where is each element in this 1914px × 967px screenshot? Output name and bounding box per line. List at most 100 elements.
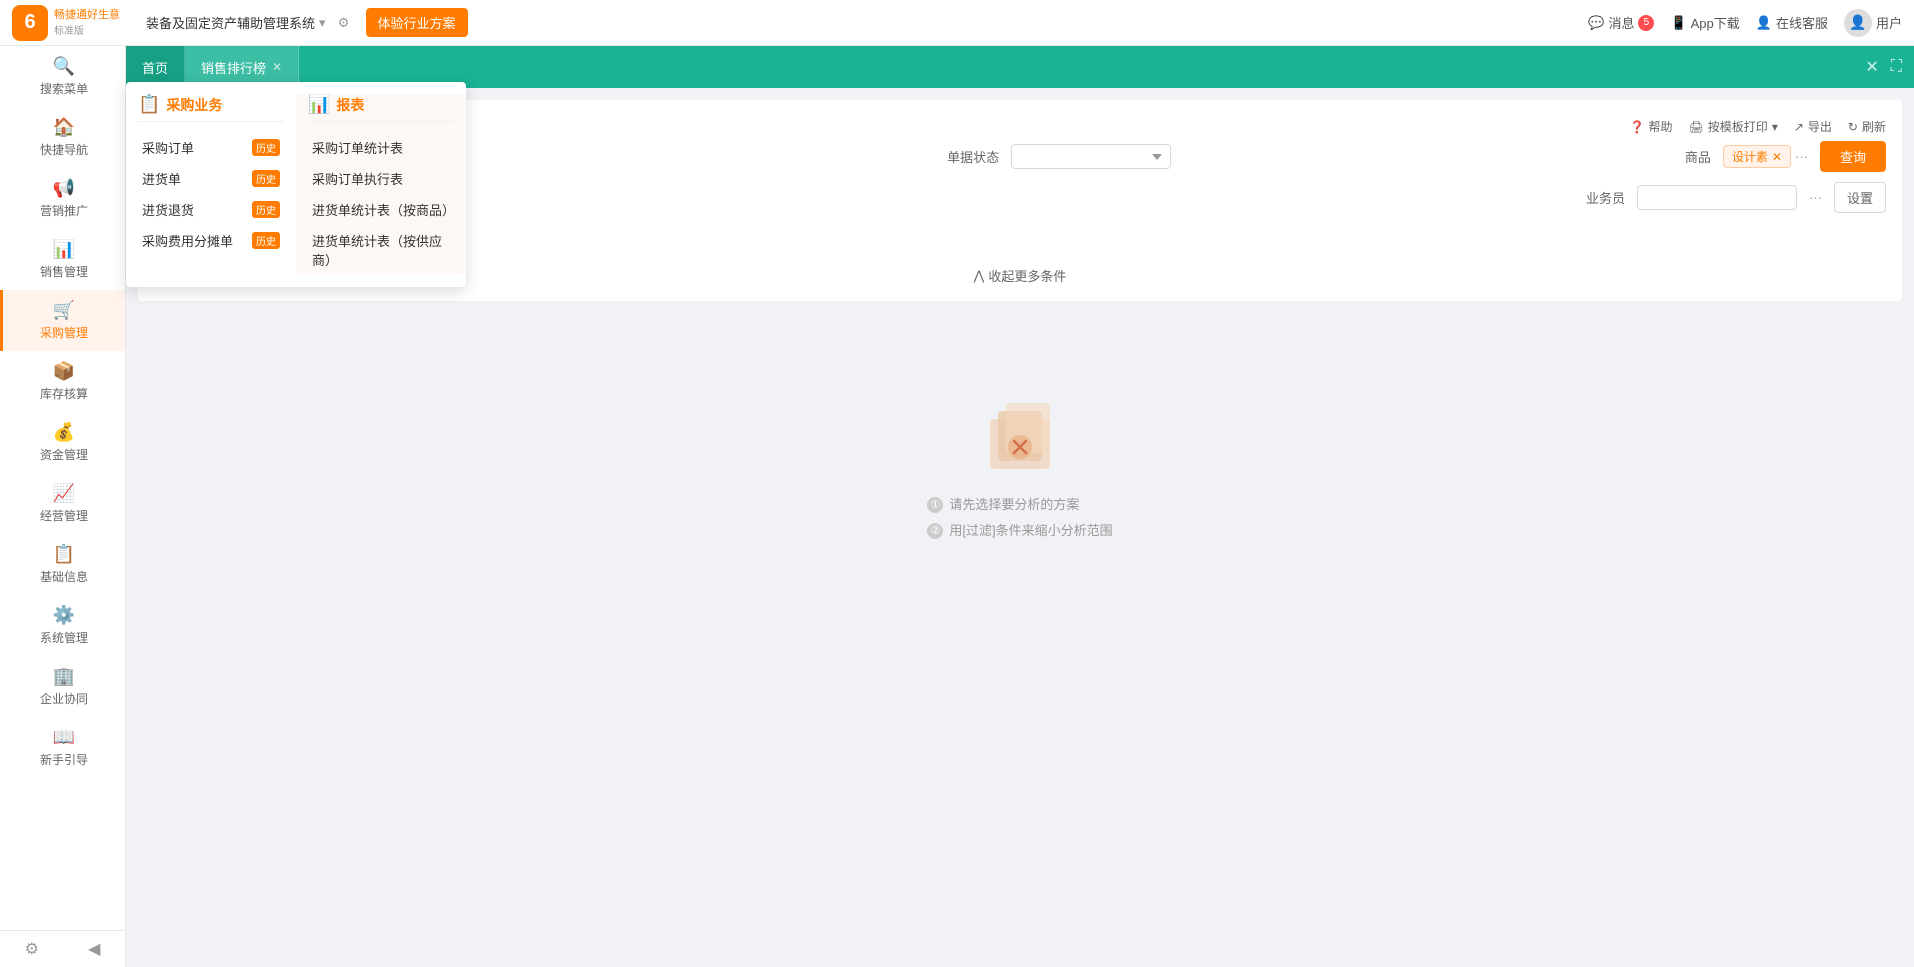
- top-right: 💬 消息 5 📱 App下载 👤 在线客服 👤 用户: [1588, 9, 1902, 37]
- sidebar-item-label: 快捷导航: [40, 141, 88, 158]
- sidebar-item-label: 企业协同: [40, 690, 88, 707]
- industry-btn[interactable]: 体验行业方案: [366, 8, 468, 37]
- search-icon: 🔍: [53, 56, 75, 77]
- purchase-business-col: 📋 采购业务 采购订单 历史 进货单 历史 进货退货 历史 采购费用分摊单 历史: [126, 94, 296, 275]
- empty-tip-2: ② 用[过滤]条件来缩小分析范围: [927, 518, 1112, 544]
- history-badge-1: 历史: [252, 170, 280, 187]
- top-nav: 装备及固定资产辅助管理系统 ▾ ⚙ 体验行业方案: [138, 8, 1588, 37]
- dropdown-item-order-stat[interactable]: 采购订单统计表: [308, 132, 454, 163]
- marketing-icon: 📢: [53, 178, 75, 199]
- help-label: 帮助: [1649, 118, 1673, 135]
- settings-btn[interactable]: 设置: [1834, 182, 1886, 213]
- dropdown-item-inbound-goods[interactable]: 进货单统计表（按商品）: [308, 194, 454, 225]
- print-label: 按模板打印: [1708, 118, 1768, 135]
- print-icon: 🖨: [1689, 120, 1704, 134]
- col-title-report: 📊 报表: [308, 94, 454, 122]
- message-icon: 💬: [1588, 15, 1604, 31]
- salesperson-more-btn[interactable]: ···: [1809, 190, 1822, 205]
- export-icon: ↗: [1794, 120, 1804, 134]
- app-container: 6 畅捷通好生意 标准版 装备及固定资产辅助管理系统 ▾ ⚙ 体验行业方案 💬 …: [0, 0, 1914, 967]
- logo-text: 畅捷通好生意: [54, 8, 120, 22]
- inventory-icon: 📦: [53, 361, 75, 382]
- user-label: 用户: [1876, 13, 1902, 32]
- settings-bottom-icon[interactable]: ⚙: [25, 939, 39, 959]
- user-btn[interactable]: 👤 用户: [1844, 9, 1902, 37]
- purchase-title-icon: 📋: [138, 94, 160, 115]
- logo-area: 6 畅捷通好生意 标准版: [12, 5, 138, 41]
- sidebar-item-guide[interactable]: 📖 新手引导: [0, 717, 125, 778]
- sidebar-item-search[interactable]: 🔍 搜索菜单: [0, 46, 125, 107]
- purchase-title-text: 采购业务: [166, 95, 222, 115]
- guide-icon: 📖: [53, 727, 75, 748]
- tab-close-btn[interactable]: ✕: [272, 60, 282, 74]
- sidebar-item-basic-info[interactable]: 📋 基础信息: [0, 534, 125, 595]
- messages-btn[interactable]: 💬 消息 5: [1588, 13, 1654, 32]
- dropdown-item-inbound[interactable]: 进货单 历史: [138, 163, 284, 194]
- history-badge-3: 历史: [252, 232, 280, 249]
- bill-status-select[interactable]: [1011, 144, 1171, 169]
- message-label: 消息: [1608, 13, 1634, 32]
- sidebar-item-label: 经营管理: [40, 507, 88, 524]
- goods-tag-close-btn[interactable]: ✕: [1772, 150, 1782, 164]
- nav-dropdown-icon[interactable]: ▾: [319, 15, 326, 31]
- sidebar-item-finance[interactable]: 💰 资金管理: [0, 412, 125, 473]
- app-download-btn[interactable]: 📱 App下载: [1670, 13, 1739, 32]
- refresh-label: 刷新: [1862, 118, 1886, 135]
- enterprise-icon: 🏢: [53, 666, 75, 687]
- collapse-sidebar-icon[interactable]: ◀: [88, 939, 100, 959]
- col-title-purchase: 📋 采购业务: [138, 94, 284, 122]
- goods-label: 商品: [1685, 147, 1711, 166]
- message-badge: 5: [1638, 15, 1654, 31]
- goods-tag-text: 设计素: [1732, 148, 1768, 165]
- goods-more-btn[interactable]: ···: [1795, 149, 1808, 164]
- purchase-icon: 🛒: [53, 300, 75, 321]
- basic-info-icon: 📋: [53, 544, 75, 565]
- help-btn[interactable]: ❓ 帮助: [1630, 118, 1673, 135]
- tab-right-actions: ✕ ⛶: [1865, 46, 1914, 88]
- empty-tips: ① 请先选择要分析的方案 ② 用[过滤]条件来缩小分析范围: [927, 492, 1112, 544]
- print-arrow-icon: ▾: [1772, 120, 1778, 134]
- sales-icon: 📊: [53, 239, 75, 260]
- refresh-icon: ↻: [1848, 120, 1858, 134]
- sidebar-item-system[interactable]: ⚙️ 系统管理: [0, 595, 125, 656]
- online-service-label: 在线客服: [1776, 13, 1828, 32]
- sidebar-item-purchase[interactable]: 🛒 采购管理: [0, 290, 125, 351]
- sidebar-item-inventory[interactable]: 📦 库存核算: [0, 351, 125, 412]
- item-label: 进货单统计表（按供应商）: [312, 231, 450, 269]
- dropdown-item-purchase-order[interactable]: 采购订单 历史: [138, 132, 284, 163]
- help-icon: ❓: [1630, 120, 1645, 134]
- dropdown-item-return[interactable]: 进货退货 历史: [138, 194, 284, 225]
- sidebar-item-operations[interactable]: 📈 经营管理: [0, 473, 125, 534]
- item-label: 采购订单执行表: [312, 169, 403, 188]
- settings-icon-btn[interactable]: ⚙: [330, 9, 358, 37]
- empty-state: ① 请先选择要分析的方案 ② 用[过滤]条件来缩小分析范围: [138, 309, 1902, 624]
- sidebar-item-marketing[interactable]: 📢 营销推广: [0, 168, 125, 229]
- print-btn[interactable]: 🖨 按模板打印 ▾: [1689, 118, 1778, 135]
- dropdown-item-order-exec[interactable]: 采购订单执行表: [308, 163, 454, 194]
- item-label: 进货单: [142, 169, 181, 188]
- salesperson-input[interactable]: [1637, 185, 1797, 210]
- sidebar-item-label: 库存核算: [40, 385, 88, 402]
- item-label: 进货单统计表（按商品）: [312, 200, 450, 219]
- operations-icon: 📈: [53, 483, 75, 504]
- dropdown-item-expense[interactable]: 采购费用分摊单 历史: [138, 225, 284, 256]
- sidebar-item-enterprise[interactable]: 🏢 企业协同: [0, 656, 125, 717]
- avatar: 👤: [1844, 9, 1872, 37]
- maximize-btn[interactable]: ⛶: [1891, 58, 1902, 76]
- online-service-btn[interactable]: 👤 在线客服: [1756, 13, 1828, 32]
- sidebar-item-label: 采购管理: [40, 324, 88, 341]
- export-btn[interactable]: ↗ 导出: [1794, 118, 1832, 135]
- sidebar-item-quick-nav[interactable]: 🏠 快捷导航: [0, 107, 125, 168]
- service-icon: 👤: [1756, 15, 1772, 31]
- system-title: 装备及固定资产辅助管理系统: [146, 13, 315, 32]
- refresh-btn[interactable]: ↻ 刷新: [1848, 118, 1886, 135]
- query-btn[interactable]: 查询: [1820, 141, 1886, 172]
- home-icon: 🏠: [53, 117, 75, 138]
- sidebar-item-sales[interactable]: 📊 销售管理: [0, 229, 125, 290]
- item-label: 采购订单: [142, 138, 194, 157]
- dropdown-item-inbound-supplier[interactable]: 进货单统计表（按供应商）: [308, 225, 454, 275]
- close-all-tabs-btn[interactable]: ✕: [1865, 57, 1878, 77]
- report-title-text: 报表: [336, 95, 364, 115]
- step-1-num: ①: [927, 497, 943, 513]
- item-label: 采购订单统计表: [312, 138, 403, 157]
